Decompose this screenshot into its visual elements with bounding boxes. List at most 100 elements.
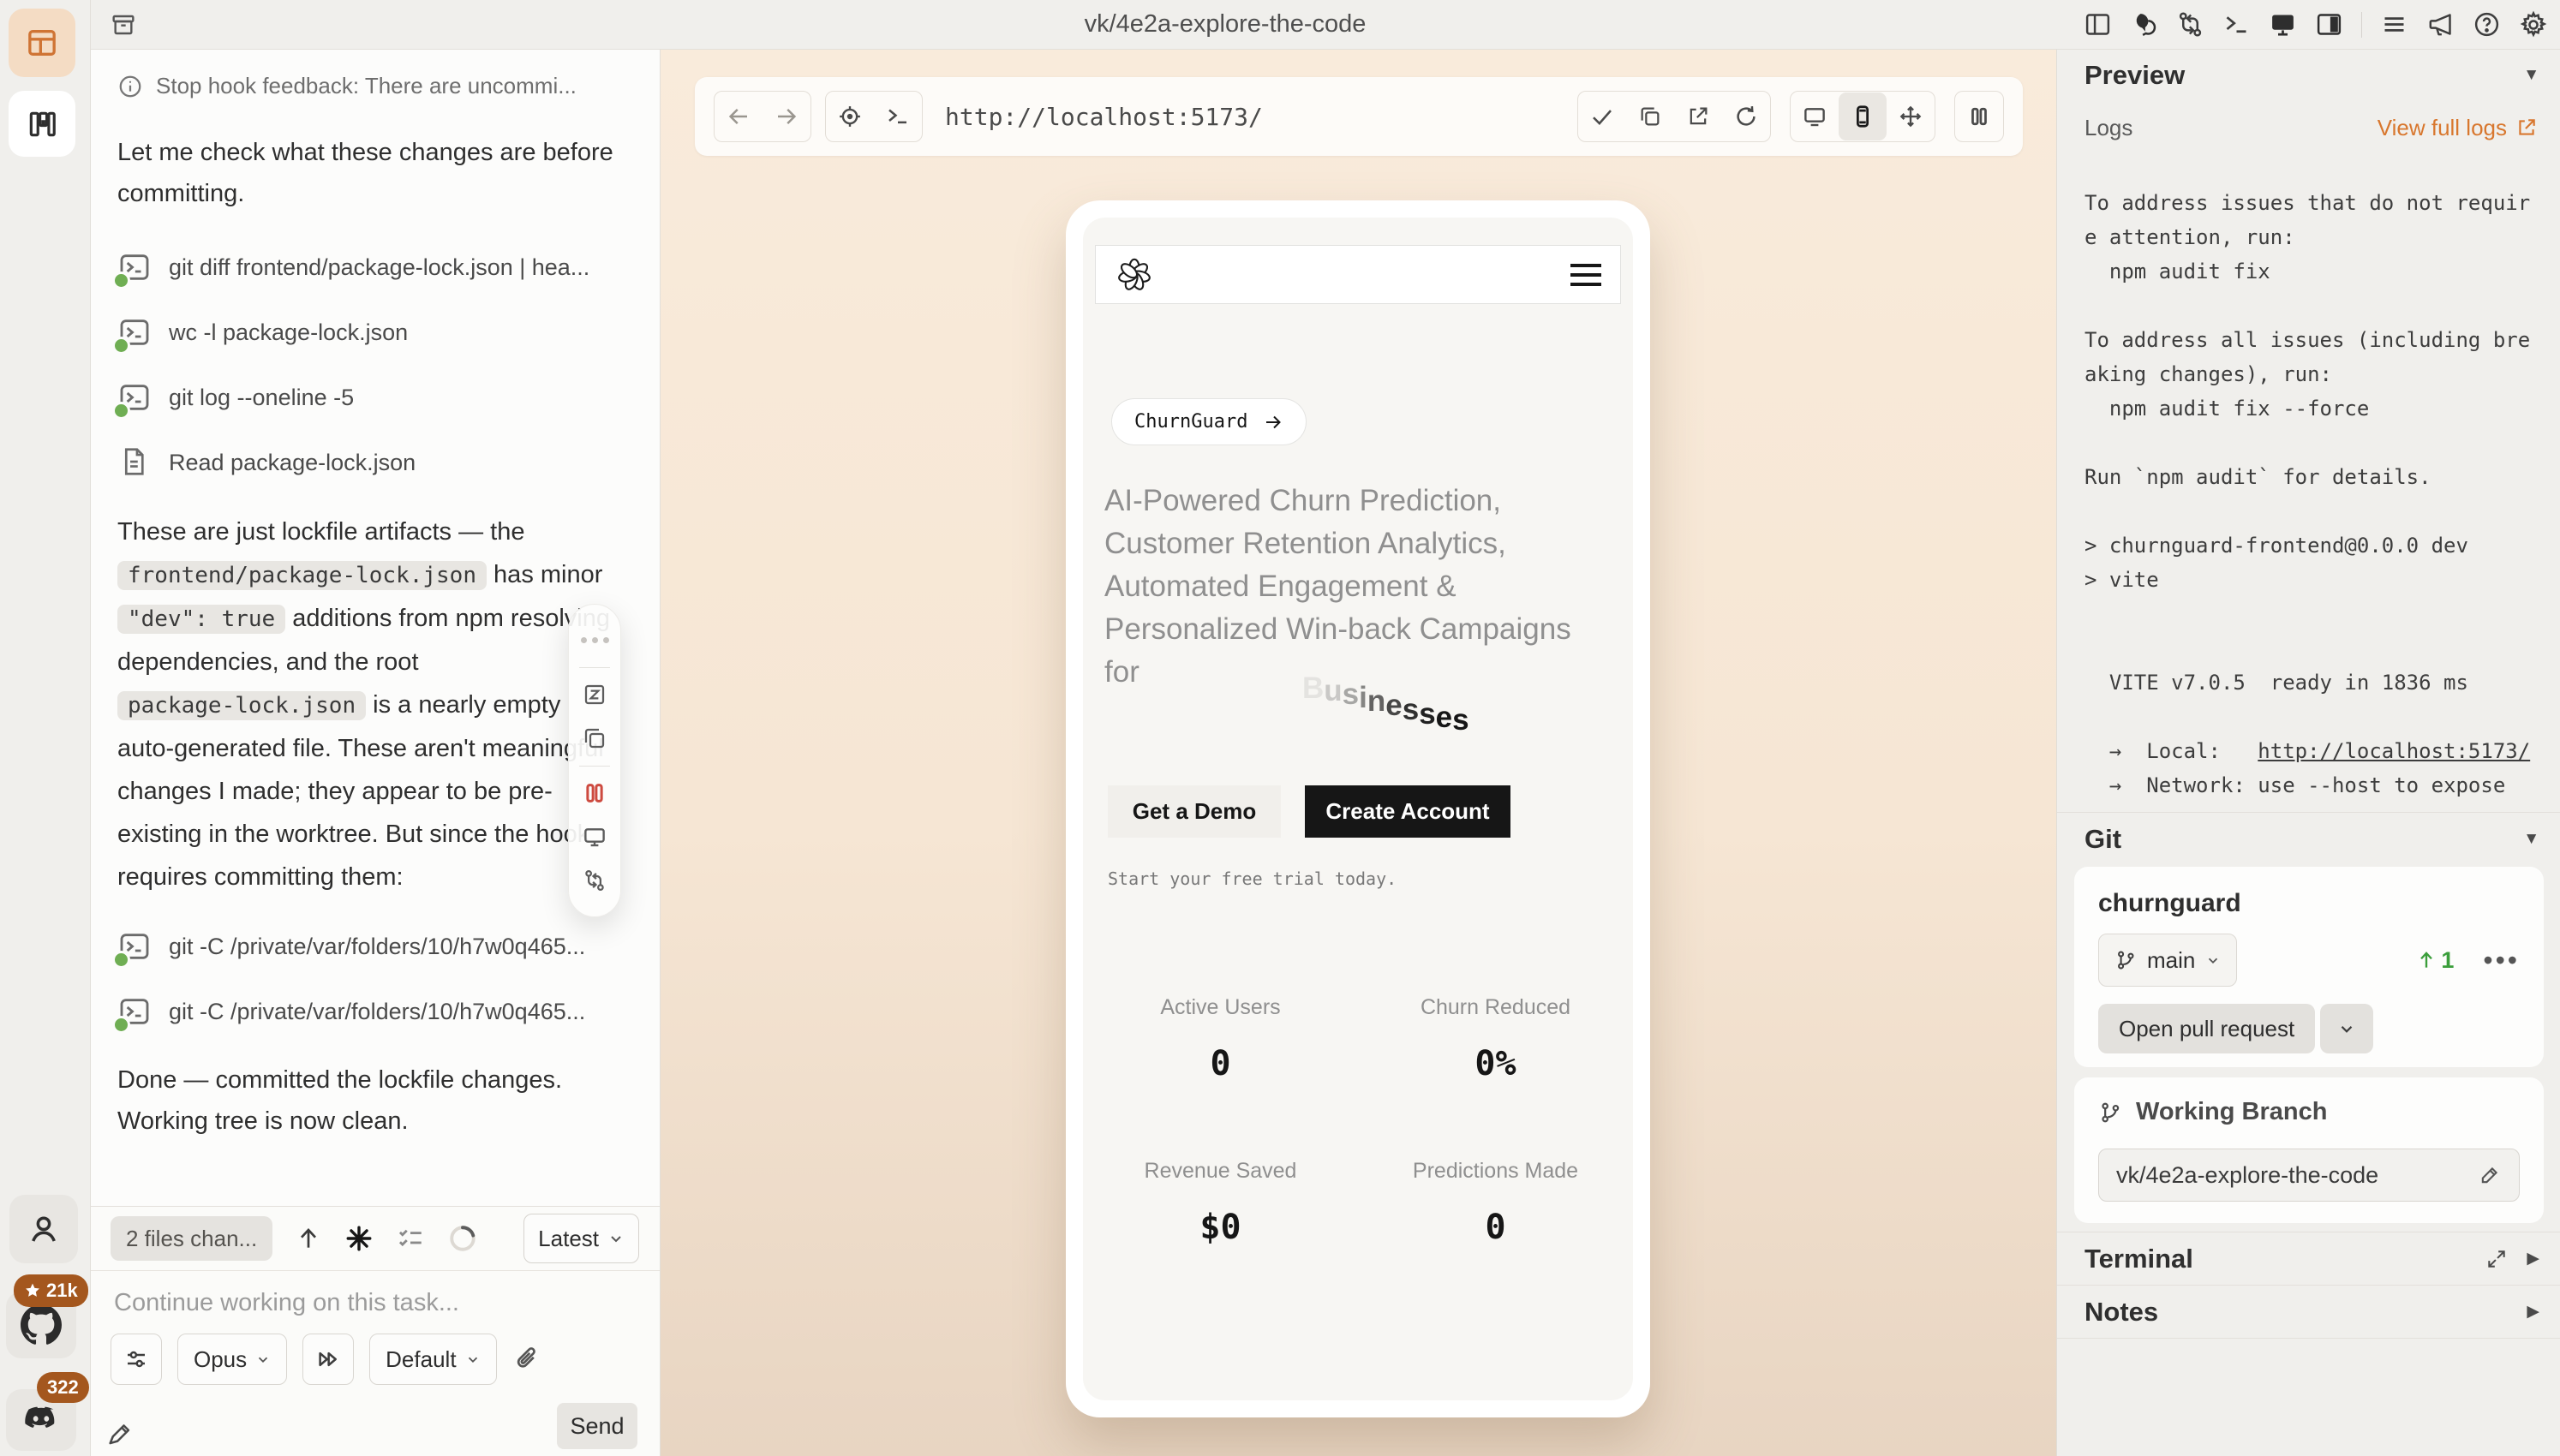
rail-item-account[interactable] [9, 1195, 78, 1263]
copy-icon[interactable] [1626, 92, 1674, 140]
burst-asterisk-icon[interactable] [344, 1224, 374, 1253]
menu-icon[interactable] [2380, 10, 2408, 39]
tool-call-read-file[interactable]: Read package-lock.json [117, 445, 634, 480]
console-icon[interactable] [874, 92, 922, 140]
panel-left-icon[interactable] [2084, 10, 2112, 39]
monitor-icon[interactable] [2269, 10, 2297, 39]
local-url-link[interactable]: http://localhost:5173/ [2258, 739, 2530, 763]
collapse-down-icon[interactable]: ▼ [2523, 66, 2539, 85]
terminal-command-icon [117, 929, 152, 964]
fast-forward-button[interactable] [302, 1334, 354, 1385]
repo-more-icon[interactable]: ••• [2483, 945, 2520, 976]
working-branch-field[interactable]: vk/4e2a-explore-the-code [2098, 1149, 2520, 1202]
stat-churn-reduced: Churn Reduced 0% [1358, 995, 1633, 1083]
section-notes[interactable]: Notes ▶ [2057, 1285, 2560, 1338]
version-dropdown[interactable]: Latest [523, 1214, 639, 1263]
desktop-device-icon[interactable] [1791, 92, 1839, 140]
view-full-logs-link[interactable]: View full logs [2378, 115, 2538, 141]
person-icon [26, 1211, 62, 1247]
highlighter-pen-icon[interactable] [105, 1418, 135, 1447]
mobile-device-icon-selected[interactable] [1839, 92, 1887, 140]
pr-options-dropdown[interactable] [2320, 1004, 2373, 1053]
hook-feedback-notice[interactable]: Stop hook feedback: There are uncommi... [117, 73, 634, 99]
changes-icon[interactable] [582, 673, 607, 717]
section-title: Notes [2084, 1297, 2158, 1328]
git-compare-icon[interactable] [2176, 10, 2204, 39]
fast-forward-icon [315, 1346, 341, 1372]
more-options-icon[interactable] [581, 618, 609, 662]
flower-logo-icon[interactable] [1115, 255, 1154, 295]
files-changed-chip[interactable]: 2 files chan... [111, 1216, 272, 1261]
log-line: To address all issues (including bre [2084, 323, 2546, 357]
stat-value: $0 [1083, 1208, 1358, 1247]
composer-input[interactable] [112, 1288, 614, 1318]
split-columns-icon[interactable] [1955, 92, 2003, 140]
refresh-icon[interactable] [1722, 92, 1770, 140]
section-terminal[interactable]: Terminal ▶ [2057, 1232, 2560, 1285]
git-compare-icon[interactable] [582, 859, 607, 903]
back-icon[interactable] [715, 92, 763, 140]
collapse-right-icon[interactable]: ▶ [2527, 1249, 2539, 1268]
settings-gear-icon[interactable] [2519, 10, 2548, 39]
forward-icon[interactable] [763, 92, 810, 140]
check-icon[interactable] [1578, 92, 1626, 140]
site-page[interactable]: ChurnGuard AI-Powered Churn Prediction, … [1083, 218, 1633, 1400]
dev-server-logs[interactable]: To address issues that do not requir e a… [2084, 186, 2546, 803]
section-git[interactable]: Git ▼ [2057, 812, 2560, 865]
section-preview[interactable]: Preview ▼ [2057, 49, 2560, 102]
tool-call-command[interactable]: git -C /private/var/folders/10/h7w0q465.… [117, 994, 634, 1029]
get-demo-button[interactable]: Get a Demo [1108, 785, 1281, 838]
archive-box-icon[interactable] [110, 11, 137, 39]
nav-group [714, 91, 811, 142]
help-icon[interactable] [2473, 10, 2501, 39]
chat-bubbles-icon[interactable] [2130, 10, 2158, 39]
top-bar: vk/4e2a-explore-the-code [90, 0, 2560, 50]
open-pull-request-button[interactable]: Open pull request [2098, 1004, 2315, 1053]
model-dropdown[interactable]: Opus [177, 1334, 287, 1385]
monitor-view-icon[interactable] [582, 815, 607, 859]
megaphone-icon[interactable] [2426, 10, 2455, 39]
log-line [2084, 426, 2546, 460]
url-field[interactable]: http://localhost:5173/ [945, 103, 1263, 131]
git-branch-icon [2114, 949, 2137, 971]
discord-icon [21, 1400, 61, 1440]
copy-icon[interactable] [582, 717, 607, 761]
tool-call-command[interactable]: wc -l package-lock.json [117, 315, 634, 349]
attachment-paperclip-icon[interactable] [512, 1345, 541, 1374]
tool-call-command[interactable]: git diff frontend/package-lock.json | he… [117, 250, 634, 284]
split-columns-icon-active[interactable] [582, 772, 607, 815]
element-picker-icon[interactable] [826, 92, 874, 140]
move-resize-icon[interactable] [1887, 92, 1935, 140]
terminal-icon[interactable] [2222, 10, 2251, 39]
expand-icon[interactable] [2485, 1248, 2508, 1270]
stats-grid: Active Users 0 Churn Reduced 0% Revenue … [1083, 995, 1633, 1247]
checklist-icon[interactable] [396, 1224, 425, 1253]
edit-pencil-icon[interactable] [2478, 1163, 2502, 1187]
log-line: > churnguard-frontend@0.0.0 dev [2084, 528, 2546, 563]
arrow-right-icon [1263, 412, 1283, 433]
stat-value: 0 [1083, 1044, 1358, 1083]
settings-sliders-button[interactable] [111, 1334, 162, 1385]
arrow-up-icon [2415, 949, 2437, 971]
site-menu-icon[interactable] [1570, 264, 1601, 286]
brand-name: ChurnGuard [1134, 411, 1247, 433]
tool-call-command[interactable]: git -C /private/var/folders/10/h7w0q465.… [117, 929, 634, 964]
model-label: Opus [194, 1346, 247, 1373]
create-account-button[interactable]: Create Account [1305, 785, 1510, 838]
branch-dropdown[interactable]: main [2098, 934, 2237, 987]
stat-label: Churn Reduced [1358, 995, 1633, 1020]
open-external-icon[interactable] [1674, 92, 1722, 140]
section-title: Preview [2084, 60, 2185, 91]
stat-label: Active Users [1083, 995, 1358, 1020]
brand-badge[interactable]: ChurnGuard [1111, 398, 1307, 445]
panel-right-filled-icon[interactable] [2315, 10, 2343, 39]
collapse-down-icon[interactable]: ▼ [2523, 830, 2539, 849]
rail-item-layout-active[interactable] [9, 9, 75, 77]
send-button[interactable]: Send [557, 1403, 637, 1449]
rail-item-kanban[interactable] [9, 91, 75, 157]
commits-ahead[interactable]: 1 [2415, 947, 2454, 974]
collapse-right-icon[interactable]: ▶ [2527, 1302, 2539, 1322]
tool-call-command[interactable]: git log --oneline -5 [117, 380, 634, 415]
mode-dropdown[interactable]: Default [369, 1334, 496, 1385]
upload-arrow-icon[interactable] [295, 1225, 322, 1252]
